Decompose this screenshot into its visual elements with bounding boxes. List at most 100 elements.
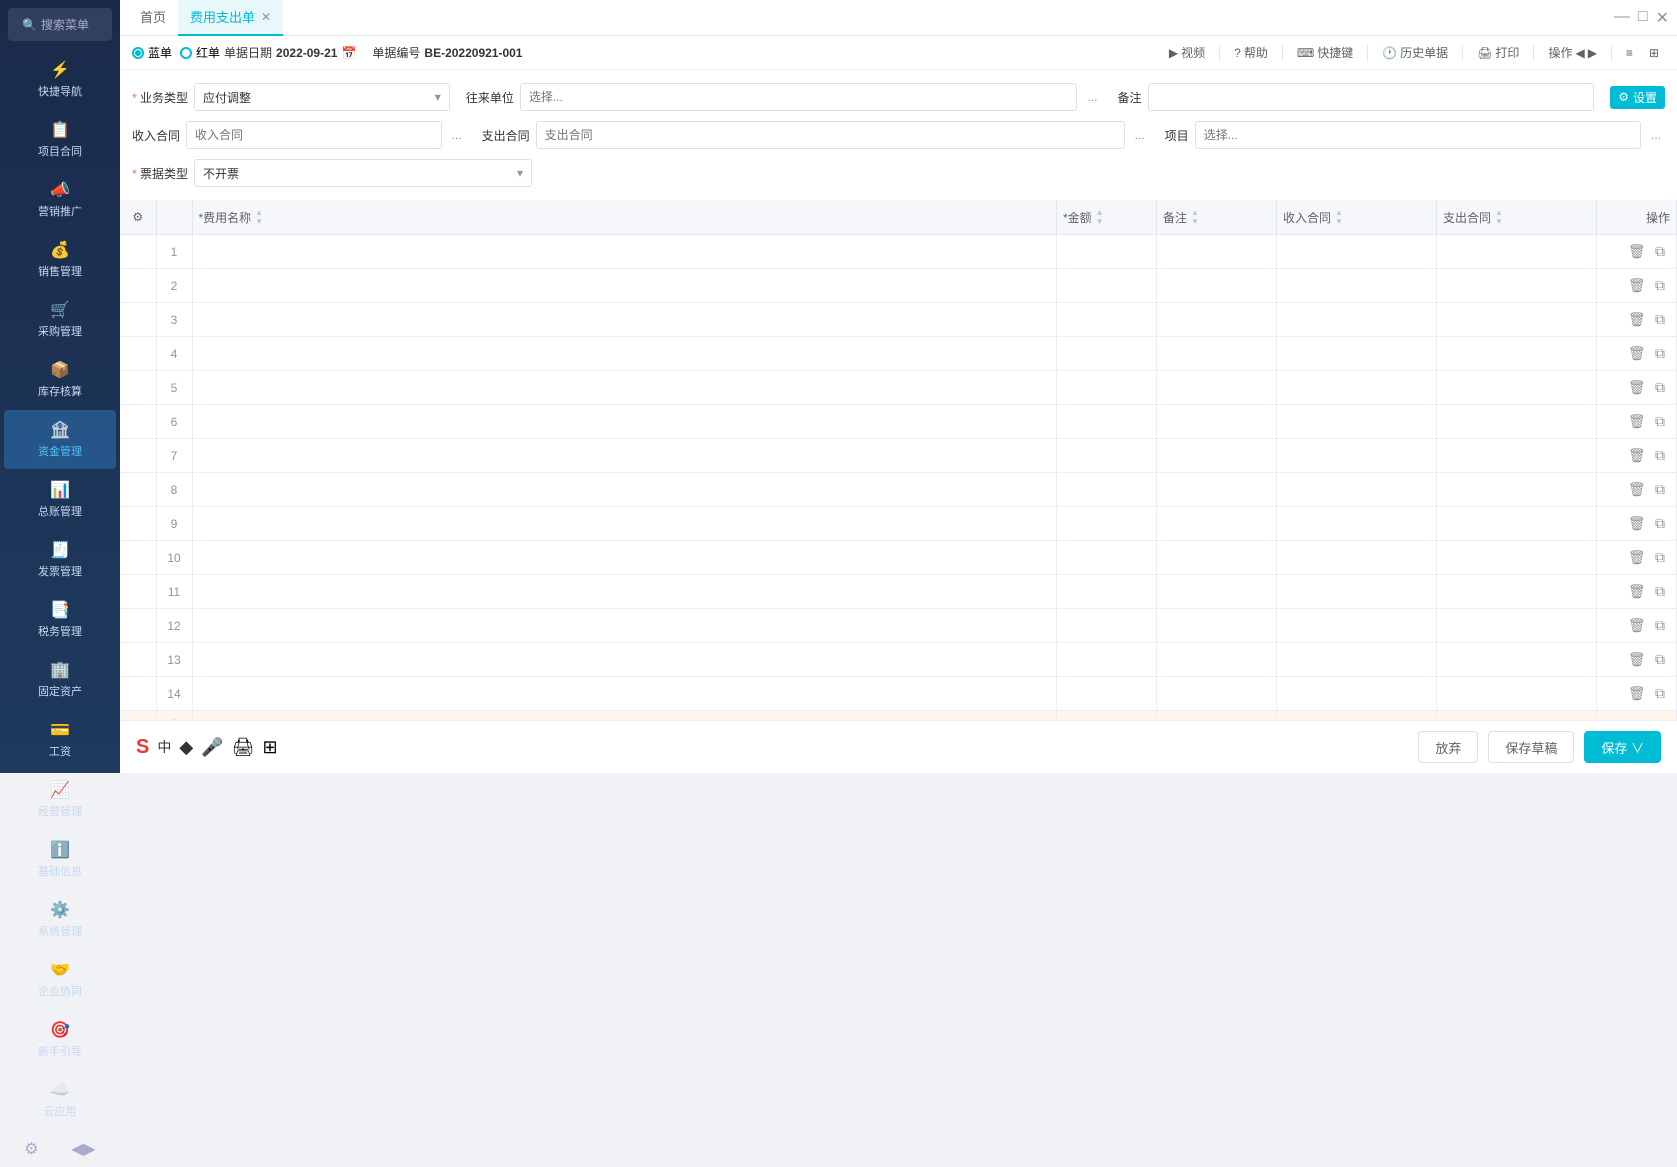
sidebar-item-ops[interactable]: 📈经营管理 [4, 770, 116, 829]
sidebar-item-sys-mgmt[interactable]: ⚙️系统管理 [4, 890, 116, 949]
help-btn[interactable]: ? 帮助 [1228, 42, 1274, 63]
expense-name-cell[interactable] [192, 541, 1057, 575]
expense-contract-cell[interactable] [1437, 371, 1597, 405]
abandon-btn[interactable]: 放弃 [1418, 731, 1478, 763]
copy-row-btn[interactable]: ⧉ [1652, 649, 1668, 670]
expense-contract-cell[interactable] [1437, 235, 1597, 269]
footer-s-icon[interactable]: S [136, 736, 149, 759]
note-cell[interactable] [1157, 337, 1277, 371]
expense-name-cell[interactable] [192, 643, 1057, 677]
history-btn[interactable]: 🕐 历史单据 [1376, 42, 1454, 63]
copy-row-btn[interactable]: ⧉ [1652, 683, 1668, 704]
delete-row-btn[interactable]: 🗑 [1625, 615, 1649, 636]
expense-name-cell[interactable] [192, 507, 1057, 541]
note-cell[interactable] [1157, 473, 1277, 507]
delete-row-btn[interactable]: 🗑 [1625, 683, 1649, 704]
sidebar-item-corp-collab[interactable]: 🤝企业协同 [4, 950, 116, 1009]
copy-row-btn[interactable]: ⧉ [1652, 615, 1668, 636]
delete-row-btn[interactable]: 🗑 [1625, 479, 1649, 500]
copy-row-btn[interactable]: ⧉ [1652, 479, 1668, 500]
video-btn[interactable]: ▶ 视频 [1163, 42, 1211, 63]
income-contract-cell[interactable] [1277, 609, 1437, 643]
amount-cell[interactable] [1057, 643, 1157, 677]
income-contract-cell[interactable] [1277, 575, 1437, 609]
delete-row-btn[interactable]: 🗑 [1625, 547, 1649, 568]
income-contract-cell[interactable] [1277, 337, 1437, 371]
tab-home[interactable]: 首页 [128, 0, 178, 36]
maximize-btn[interactable]: □ [1638, 8, 1648, 28]
income-contract-cell[interactable] [1277, 507, 1437, 541]
income-contract-cell[interactable] [1277, 643, 1437, 677]
footer-zh-icon[interactable]: 中 [157, 737, 171, 757]
amount-cell[interactable] [1057, 677, 1157, 711]
settings-bottom-icon[interactable]: ⚙ [24, 1139, 38, 1159]
radio-blue[interactable]: 蓝单 [132, 44, 172, 61]
expense-contract-cell[interactable] [1437, 609, 1597, 643]
counterparty-ellipsis-btn[interactable]: ... [1083, 90, 1101, 104]
th-settings[interactable]: ⚙ [120, 200, 156, 235]
calendar-icon[interactable]: 📅 [341, 46, 356, 60]
copy-row-btn[interactable]: ⧉ [1652, 377, 1668, 398]
expense-contract-ellipsis-btn[interactable]: ... [1131, 128, 1149, 142]
tab-close-expense[interactable]: ✕ [261, 10, 271, 24]
copy-row-btn[interactable]: ⧉ [1652, 411, 1668, 432]
amount-cell[interactable] [1057, 473, 1157, 507]
note-cell[interactable] [1157, 371, 1277, 405]
action-btn[interactable]: 操作 ◀ ▶ [1542, 42, 1602, 63]
expense-name-cell[interactable] [192, 609, 1057, 643]
copy-row-btn[interactable]: ⧉ [1652, 343, 1668, 364]
note-cell[interactable] [1157, 507, 1277, 541]
income-contract-cell[interactable] [1277, 439, 1437, 473]
expense-name-cell[interactable] [192, 337, 1057, 371]
th-income-contract[interactable]: 收入合同 ▲▼ [1277, 200, 1437, 235]
income-contract-input[interactable] [186, 121, 442, 149]
save-draft-btn[interactable]: 保存草稿 [1488, 731, 1574, 763]
th-expense-name[interactable]: *费用名称 ▲▼ [192, 200, 1057, 235]
list-view-btn[interactable]: ≡ [1620, 44, 1639, 62]
sidebar-item-capital[interactable]: 🏦资金管理 [4, 410, 116, 469]
expense-name-cell[interactable] [192, 269, 1057, 303]
sidebar-item-sales[interactable]: 💰销售管理 [4, 230, 116, 289]
copy-row-btn[interactable]: ⧉ [1652, 275, 1668, 296]
amount-cell[interactable] [1057, 439, 1157, 473]
amount-cell[interactable] [1057, 371, 1157, 405]
copy-row-btn[interactable]: ⧉ [1652, 309, 1668, 330]
sidebar-item-purchase[interactable]: 🛒采购管理 [4, 290, 116, 349]
th-note[interactable]: 备注 ▲▼ [1157, 200, 1277, 235]
delete-row-btn[interactable]: 🗑 [1625, 649, 1649, 670]
income-contract-cell[interactable] [1277, 541, 1437, 575]
delete-row-btn[interactable]: 🗑 [1625, 309, 1649, 330]
copy-row-btn[interactable]: ⧉ [1652, 445, 1668, 466]
amount-cell[interactable] [1057, 541, 1157, 575]
shortcut-btn[interactable]: ⌨ 快捷键 [1291, 42, 1359, 63]
note-cell[interactable] [1157, 575, 1277, 609]
expense-contract-cell[interactable] [1437, 473, 1597, 507]
footer-diamond-icon[interactable]: ◆ [179, 737, 193, 758]
amount-cell[interactable] [1057, 303, 1157, 337]
delete-row-btn[interactable]: 🗑 [1625, 241, 1649, 262]
delete-row-btn[interactable]: 🗑 [1625, 445, 1649, 466]
expense-name-cell[interactable] [192, 371, 1057, 405]
note-cell[interactable] [1157, 235, 1277, 269]
amount-cell[interactable] [1057, 269, 1157, 303]
invoice-type-select[interactable]: 不开票 ▾ [194, 159, 532, 187]
amount-cell[interactable] [1057, 507, 1157, 541]
expense-contract-cell[interactable] [1437, 575, 1597, 609]
note-cell[interactable] [1157, 643, 1277, 677]
amount-cell[interactable] [1057, 337, 1157, 371]
delete-row-btn[interactable]: 🗑 [1625, 411, 1649, 432]
amount-cell[interactable] [1057, 575, 1157, 609]
delete-row-btn[interactable]: 🗑 [1625, 275, 1649, 296]
expense-name-cell[interactable] [192, 439, 1057, 473]
th-amount[interactable]: *金额 ▲▼ [1057, 200, 1157, 235]
settings-btn[interactable]: ⚙ 设置 [1610, 86, 1665, 109]
expense-name-cell[interactable] [192, 473, 1057, 507]
minimize-btn[interactable]: — [1614, 8, 1630, 28]
audio-bottom-icon[interactable]: ◀▶ [71, 1139, 96, 1159]
project-input[interactable] [1195, 121, 1641, 149]
expense-contract-cell[interactable] [1437, 439, 1597, 473]
amount-cell[interactable] [1057, 235, 1157, 269]
sidebar-item-payroll[interactable]: 💳工资 [4, 710, 116, 769]
counterparty-input[interactable] [520, 83, 1078, 111]
sidebar-item-quick-nav[interactable]: ⚡快捷导航 [4, 50, 116, 109]
